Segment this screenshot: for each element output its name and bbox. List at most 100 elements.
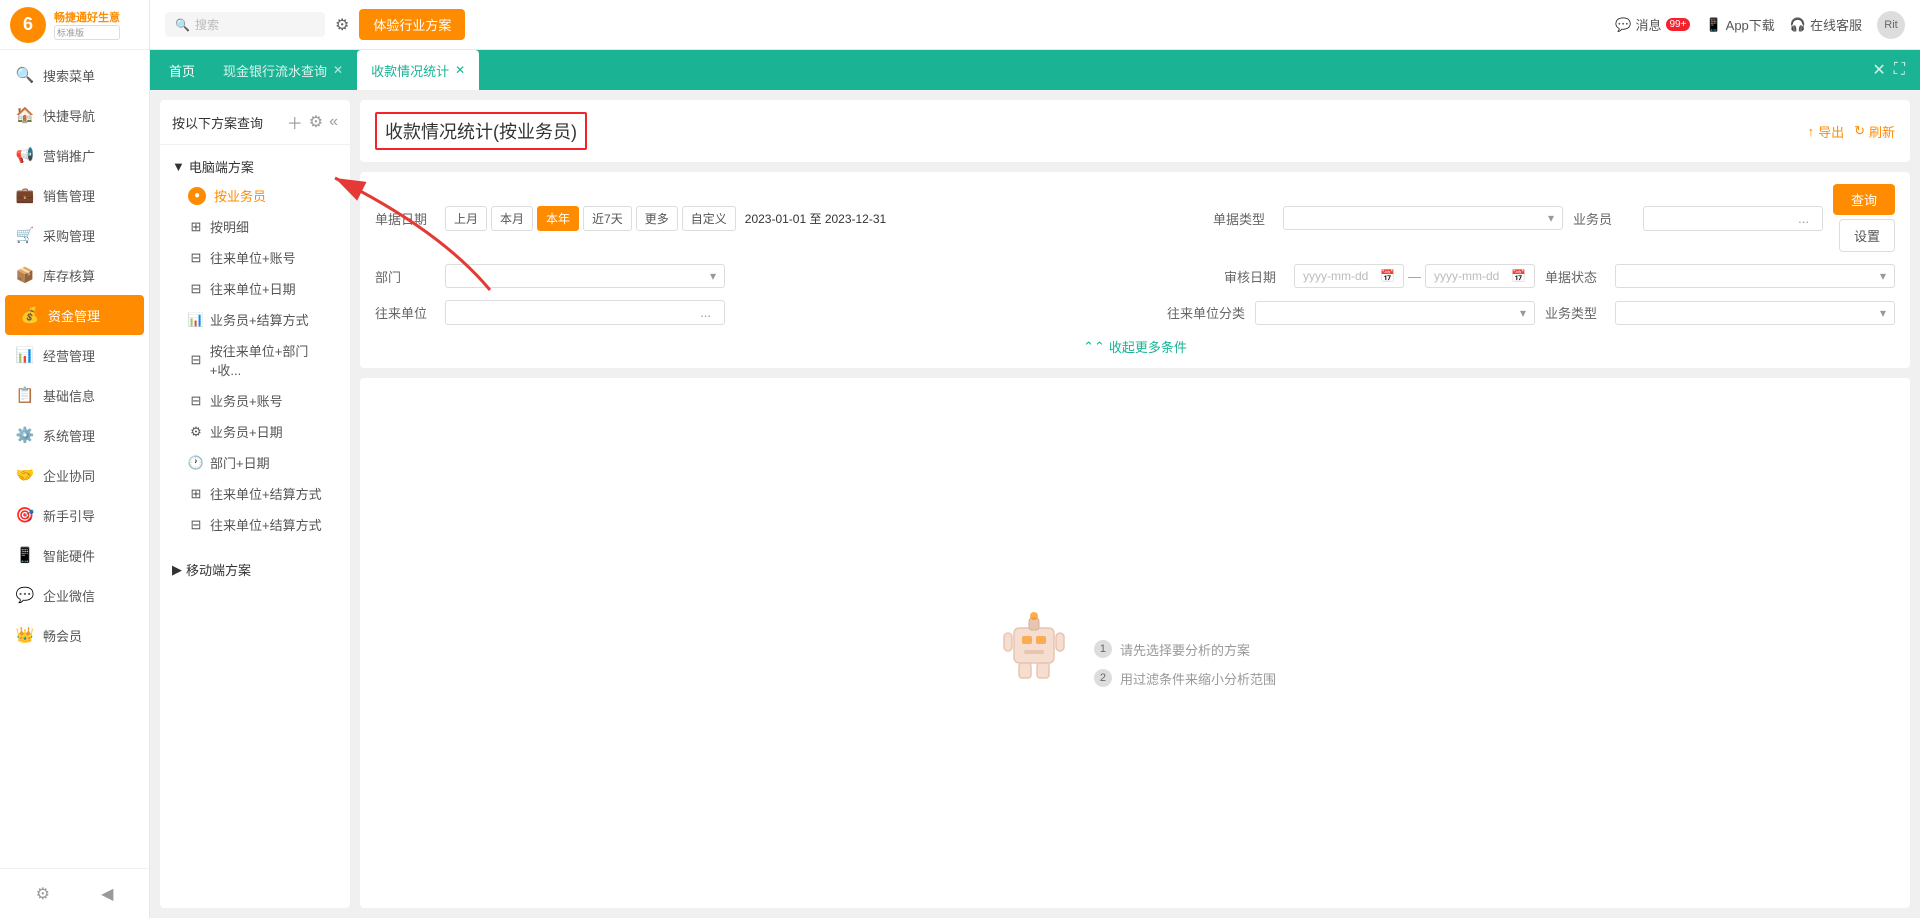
sidebar-item-system[interactable]: ⚙️ 系统管理	[0, 415, 149, 455]
collapse-filters-btn[interactable]: ⌃⌃ 收起更多条件	[375, 337, 1895, 356]
topbar-gear-icon[interactable]: ⚙	[335, 15, 349, 35]
date-btn-7days[interactable]: 近7天	[583, 206, 632, 231]
counterpart-select[interactable]: ...	[445, 300, 725, 325]
calendar-icon-from: 📅	[1380, 269, 1395, 283]
counterpart-type-arrow: ▾	[1520, 306, 1526, 320]
counterpart-type-select[interactable]: ▾	[1255, 301, 1535, 325]
sidebar-item-operation[interactable]: 📊 经营管理	[0, 335, 149, 375]
inventory-icon: 📦	[15, 265, 35, 285]
sidebar-item-wechat[interactable]: 💬 企业微信	[0, 575, 149, 615]
sidebar-item-hardware[interactable]: 📱 智能硬件	[0, 535, 149, 575]
main-area: 🔍 搜索 ⚙ 体验行业方案 💬 消息 99+ 📱 App下载 🎧 在线客服 Ri…	[150, 0, 1920, 918]
date-range-display: 2023-01-01 至 2023-12-31	[745, 210, 886, 227]
home-icon: 🏠	[15, 105, 35, 125]
mobile-scheme-group: ▶ 移动端方案	[160, 548, 350, 591]
scheme-item-by-salesman[interactable]: ● 按业务员	[160, 180, 350, 211]
online-service-btn[interactable]: 🎧 在线客服	[1790, 15, 1862, 34]
biz-type-select[interactable]: ▾	[1615, 301, 1895, 325]
topbar-right: 💬 消息 99+ 📱 App下载 🎧 在线客服 Rit	[1615, 11, 1905, 39]
sidebar-item-basicinfo[interactable]: 📋 基础信息	[0, 375, 149, 415]
scheme-item-unit-dept[interactable]: ⊟ 按往来单位+部门+收...	[160, 335, 350, 385]
salesman-dots[interactable]: ...	[1793, 211, 1814, 226]
scheme-item-salesman-account[interactable]: ⊟ 业务员+账号	[160, 385, 350, 416]
scheme-item-salesman-date[interactable]: ⚙ 业务员+日期	[160, 416, 350, 447]
refresh-btn[interactable]: ↻ 刷新	[1854, 122, 1895, 141]
sidebar-item-enterprise[interactable]: 🤝 企业协同	[0, 455, 149, 495]
export-btn[interactable]: ↑ 导出	[1808, 122, 1845, 141]
user-avatar[interactable]: Rit	[1877, 11, 1905, 39]
basicinfo-icon: 📋	[15, 385, 35, 405]
date-btn-more[interactable]: 更多	[636, 206, 678, 231]
counterpart-dots[interactable]: ...	[695, 305, 716, 320]
maximize-icon[interactable]: ⛶	[1894, 61, 1905, 79]
scheme-item-salesman-settle[interactable]: 📊 业务员+结算方式	[160, 304, 350, 335]
message-btn[interactable]: 💬 消息 99+	[1615, 15, 1690, 34]
topbar-search-box[interactable]: 🔍 搜索	[165, 12, 325, 37]
enterprise-icon: 🤝	[15, 465, 35, 485]
audit-date-from[interactable]: yyyy-mm-dd 📅	[1294, 264, 1404, 288]
scheme-item-unit-date[interactable]: ⊟ 往来单位+日期	[160, 273, 350, 304]
scheme-item-dept-date[interactable]: 🕐 部门+日期	[160, 447, 350, 478]
dept-select[interactable]: ▾	[445, 264, 725, 288]
collapse-panel-icon[interactable]: «	[329, 113, 338, 131]
query-btn[interactable]: 查询	[1833, 184, 1895, 215]
add-scheme-icon[interactable]: ＋	[287, 110, 303, 134]
sidebar-item-member[interactable]: 👑 畅会员	[0, 615, 149, 655]
doc-type-arrow: ▾	[1548, 211, 1554, 225]
date-btn-this-year[interactable]: 本年	[537, 206, 579, 231]
settings-bottom-icon[interactable]: ⚙	[36, 884, 50, 904]
sidebar-item-guide[interactable]: 🎯 新手引导	[0, 495, 149, 535]
scheme-item-by-detail[interactable]: ⊞ 按明细	[160, 211, 350, 242]
filter-row-2: 部门 ▾ 审核日期 yyyy-mm-dd 📅 — yy	[375, 264, 1895, 288]
trial-btn[interactable]: 体验行业方案	[359, 9, 465, 40]
sidebar-item-quicknav[interactable]: 🏠 快捷导航	[0, 95, 149, 135]
doc-status-select[interactable]: ▾	[1615, 264, 1895, 288]
tab-close-bank[interactable]: ✕	[333, 63, 343, 77]
data-area: 1 请先选择要分析的方案 2 用过滤条件来缩小分析范围	[360, 378, 1910, 908]
sidebar-bottom: ⚙ ◀	[0, 868, 149, 918]
tab-home[interactable]: 首页	[155, 50, 209, 90]
left-panel-title: 按以下方案查询	[172, 113, 263, 132]
sidebar-item-finance[interactable]: 💰 资金管理	[5, 295, 144, 335]
sidebar-item-purchase[interactable]: 🛒 采购管理	[0, 215, 149, 255]
tabbar: 首页 现金银行流水查询 ✕ 收款情况统计 ✕ ✕ ⛶	[150, 50, 1920, 90]
audit-date-label: 审核日期	[1224, 267, 1284, 286]
doc-status-label: 单据状态	[1545, 267, 1605, 286]
date-btn-custom[interactable]: 自定义	[682, 206, 736, 231]
dept-label: 部门	[375, 267, 435, 286]
doc-type-select[interactable]: ▾	[1283, 206, 1563, 230]
right-panel: 收款情况统计(按业务员) ↑ 导出 ↻ 刷新 单据日期	[360, 100, 1910, 908]
tab-bank[interactable]: 现金银行流水查询 ✕	[209, 50, 357, 90]
topbar: 🔍 搜索 ⚙ 体验行业方案 💬 消息 99+ 📱 App下载 🎧 在线客服 Ri…	[150, 0, 1920, 50]
marketing-icon: 📢	[15, 145, 35, 165]
counterpart-label: 往来单位	[375, 303, 435, 322]
audit-date-to[interactable]: yyyy-mm-dd 📅	[1425, 264, 1535, 288]
date-btn-this-month[interactable]: 本月	[491, 206, 533, 231]
app-download-btn[interactable]: 📱 App下载	[1705, 15, 1774, 34]
grid-icon: ⊞	[188, 219, 204, 235]
table-icon-5: ⊟	[188, 517, 204, 533]
collapse-sidebar-icon[interactable]: ◀	[101, 884, 113, 904]
scheme-item-unit-settle2[interactable]: ⊟ 往来单位+结算方式	[160, 509, 350, 540]
sidebar-item-sales[interactable]: 💼 销售管理	[0, 175, 149, 215]
settings-btn[interactable]: 设置	[1839, 219, 1895, 252]
empty-tip-1: 1 请先选择要分析的方案	[1094, 640, 1276, 659]
date-btn-group: 上月 本月 本年 近7天 更多 自定义 2023-01-01 至 2023-12…	[445, 206, 886, 231]
close-window-icon[interactable]: ✕	[1872, 60, 1885, 80]
scheme-item-unit-account[interactable]: ⊟ 往来单位+账号	[160, 242, 350, 273]
salesman-label: 业务员	[1573, 209, 1633, 228]
desktop-scheme-header[interactable]: ▼ 电脑端方案	[160, 153, 350, 180]
scheme-settings-icon[interactable]: ⚙	[309, 112, 323, 132]
sidebar-item-marketing[interactable]: 📢 营销推广	[0, 135, 149, 175]
date-btn-last-month[interactable]: 上月	[445, 206, 487, 231]
counterpart-type-label: 往来单位分类	[1167, 303, 1245, 322]
page-header: 收款情况统计(按业务员) ↑ 导出 ↻ 刷新	[360, 100, 1910, 162]
date-label: 单据日期	[375, 209, 435, 228]
tab-close-collection[interactable]: ✕	[455, 63, 465, 77]
salesman-select[interactable]: ...	[1643, 206, 1823, 231]
sidebar-item-inventory[interactable]: 📦 库存核算	[0, 255, 149, 295]
mobile-scheme-header[interactable]: ▶ 移动端方案	[160, 556, 350, 583]
scheme-item-unit-settle1[interactable]: ⊞ 往来单位+结算方式	[160, 478, 350, 509]
tab-collection[interactable]: 收款情况统计 ✕	[357, 50, 479, 90]
sidebar-item-search[interactable]: 🔍 搜索菜单	[0, 55, 149, 95]
